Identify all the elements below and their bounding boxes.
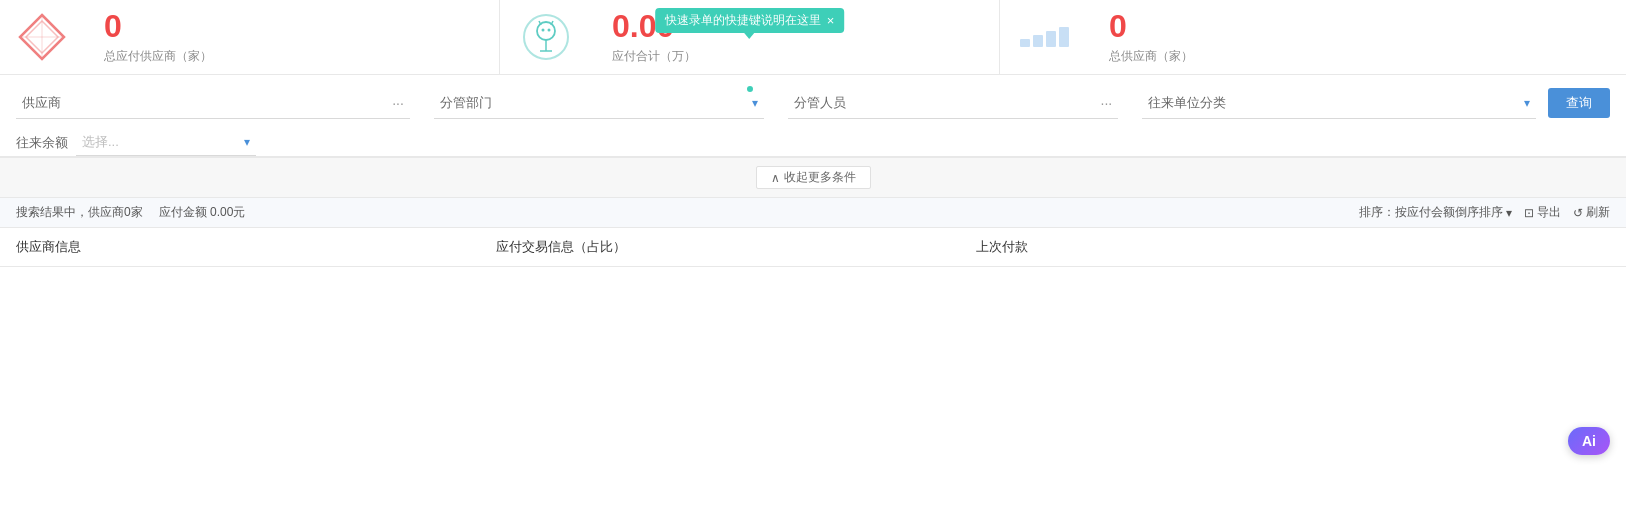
results-summary: 搜索结果中，供应商0家 应付金额 0.00元 [16, 204, 245, 221]
payable-total-label: 应付合计（万） [612, 48, 696, 65]
sort-label: 排序：按应付会额倒序排序 [1359, 204, 1503, 221]
results-actions: 排序：按应付会额倒序排序 ▾ ⊡ 导出 ↺ 刷新 [1359, 204, 1610, 221]
logo-icon [16, 11, 68, 63]
col-supplier-header: 供应商信息 [16, 238, 496, 256]
tooltip-text: 快速录单的快捷键说明在这里 [665, 12, 821, 29]
results-amount: 应付金额 0.00元 [159, 204, 246, 221]
person-filter[interactable]: 分管人员 ··· [788, 87, 1118, 119]
supplier-filter[interactable]: 供应商 ··· [16, 87, 410, 119]
department-dropdown-icon[interactable]: ▾ [752, 96, 758, 110]
svg-point-11 [548, 29, 551, 32]
results-bar: 搜索结果中，供应商0家 应付金额 0.00元 排序：按应付会额倒序排序 ▾ ⊡ … [0, 198, 1626, 228]
export-label: 导出 [1537, 204, 1561, 221]
total-suppliers-label: 总供应商（家） [1109, 48, 1193, 65]
payable-icon [520, 11, 572, 63]
refresh-icon: ↺ [1573, 206, 1583, 220]
person-label: 分管人员 [794, 94, 846, 112]
department-input[interactable] [500, 95, 748, 110]
department-label: 分管部门 [440, 94, 492, 112]
refresh-button[interactable]: ↺ 刷新 [1573, 204, 1610, 221]
results-suppliers: 搜索结果中，供应商0家 [16, 204, 143, 221]
total-suppliers-number: 0 [1109, 9, 1127, 44]
filter-row-1: 供应商 ··· 分管部门 ▾ 分管人员 ··· 往来单位分类 ▾ 查询 [16, 87, 1610, 119]
unit-class-input[interactable] [1234, 95, 1520, 110]
filter-bar: 供应商 ··· 分管部门 ▾ 分管人员 ··· 往来单位分类 ▾ 查询 往来余额 [0, 75, 1626, 157]
table-body [0, 267, 1626, 487]
supplier-input[interactable] [69, 95, 392, 110]
export-icon: ⊡ [1524, 206, 1534, 220]
collapse-button[interactable]: ∧ 收起更多条件 [756, 166, 871, 189]
unit-class-filter[interactable]: 往来单位分类 ▾ [1142, 87, 1536, 119]
balance-dropdown-icon[interactable]: ▾ [244, 135, 250, 149]
col-transactions-header: 应付交易信息（占比） [496, 238, 976, 256]
tooltip-dot [745, 84, 755, 94]
sort-arrow-icon: ▾ [1506, 206, 1512, 220]
person-dots[interactable]: ··· [1101, 95, 1113, 111]
bar-chart-icon [1020, 27, 1069, 47]
filter-row-2: 往来余额 选择... ▾ [16, 129, 1610, 156]
svg-point-10 [542, 29, 545, 32]
supplier-dots[interactable]: ··· [392, 95, 404, 111]
refresh-label: 刷新 [1586, 204, 1610, 221]
balance-select[interactable]: 选择... ▾ [76, 129, 256, 156]
export-button[interactable]: ⊡ 导出 [1524, 204, 1561, 221]
collapse-icon: ∧ [771, 171, 780, 185]
supplier-label: 供应商 [22, 94, 61, 112]
tooltip-bubble: 快速录单的快捷键说明在这里 × [655, 8, 845, 33]
svg-point-5 [537, 22, 555, 40]
query-button[interactable]: 查询 [1548, 88, 1610, 118]
total-payable-suppliers-label: 总应付供应商（家） [104, 48, 212, 65]
col-lastpayment-header: 上次付款 [976, 238, 1610, 256]
ai-button[interactable]: Ai [1568, 427, 1610, 455]
department-filter[interactable]: 分管部门 ▾ [434, 87, 764, 119]
stats-bar: 0 总应付供应商（家） 0.00 应付合计（万） 快速录单的快捷键说明在 [0, 0, 1626, 75]
total-payable-suppliers-number: 0 [104, 9, 122, 44]
unit-class-label: 往来单位分类 [1148, 94, 1226, 112]
tooltip-close-button[interactable]: × [827, 14, 835, 27]
table-header: 供应商信息 应付交易信息（占比） 上次付款 [0, 228, 1626, 267]
sort-button[interactable]: 排序：按应付会额倒序排序 ▾ [1359, 204, 1512, 221]
collapse-label: 收起更多条件 [784, 169, 856, 186]
collapse-bar: ∧ 收起更多条件 [0, 157, 1626, 198]
person-input[interactable] [854, 95, 1101, 110]
unit-class-dropdown-icon[interactable]: ▾ [1524, 96, 1530, 110]
balance-placeholder: 选择... [82, 133, 244, 151]
balance-label: 往来余额 [16, 134, 68, 152]
